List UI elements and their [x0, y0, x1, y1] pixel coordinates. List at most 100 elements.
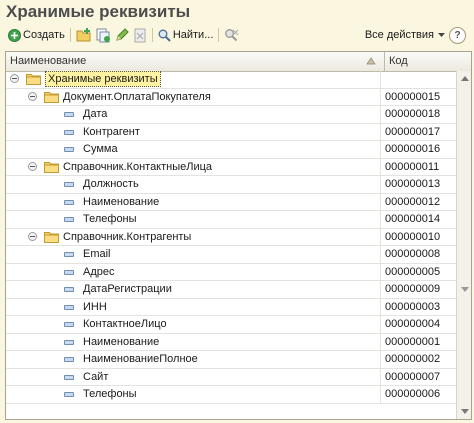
- code-cell: 000000017: [385, 125, 441, 138]
- name-cell: Адрес: [6, 263, 381, 280]
- all-actions-label: Все действия: [364, 29, 434, 41]
- code-cell: 000000003: [385, 300, 441, 313]
- code-cell: 000000011: [385, 160, 440, 173]
- tree-row[interactable]: Телефоны 000000006: [6, 386, 456, 404]
- attribute-icon: [64, 112, 74, 117]
- row-label: Должность: [83, 178, 139, 190]
- folder-icon: [26, 73, 41, 88]
- tree-group-row[interactable]: Хранимые реквизиты: [6, 71, 456, 89]
- cancel-search-button[interactable]: [222, 26, 241, 44]
- edit-button[interactable]: [113, 26, 131, 44]
- name-cell: Дата: [6, 106, 381, 123]
- name-cell: Сумма: [6, 141, 381, 158]
- tree-row[interactable]: Контрагент 000000017: [6, 123, 456, 141]
- new-folder-icon: [76, 28, 91, 42]
- tree-row[interactable]: КонтактноеЛицо 000000004: [6, 316, 456, 334]
- code-cell: 000000012: [385, 195, 441, 208]
- find-button[interactable]: Найти...: [156, 26, 216, 44]
- sort-icon: [366, 57, 376, 65]
- create-button[interactable]: Создать: [6, 26, 67, 44]
- tree-row[interactable]: НаименованиеПолное 000000002: [6, 351, 456, 369]
- row-label: Телефоны: [83, 388, 137, 400]
- scroll-down-icon[interactable]: [461, 409, 469, 414]
- collapse-toggle-icon[interactable]: [28, 231, 37, 241]
- code-cell: 000000018: [385, 108, 441, 120]
- name-cell: Документ.ОплатаПокупателя: [6, 88, 381, 106]
- find-button-label: Найти...: [172, 29, 214, 41]
- delete-button[interactable]: [131, 26, 149, 44]
- attribute-icon: [64, 252, 74, 257]
- scroll-up-icon[interactable]: [461, 76, 469, 81]
- code-cell: 000000009: [385, 283, 441, 295]
- folder-icon: [44, 91, 59, 106]
- collapse-toggle-icon[interactable]: [10, 74, 19, 83]
- tree-row[interactable]: Наименование 000000012: [6, 193, 456, 211]
- column-header-name[interactable]: Наименование: [6, 52, 385, 71]
- tree-row[interactable]: Телефоны 000000014: [6, 211, 456, 229]
- code-cell: 000000016: [385, 143, 441, 155]
- folder-icon: [44, 161, 59, 176]
- copy-button[interactable]: [94, 26, 113, 44]
- code-cell: 000000014: [385, 213, 441, 225]
- name-cell: ИНН: [6, 298, 381, 315]
- attribute-icon: [64, 269, 74, 275]
- table-header: Наименование Код: [6, 52, 471, 72]
- attribute-icon: [64, 322, 74, 327]
- name-cell: Должность: [6, 176, 381, 193]
- attribute-icon: [64, 374, 74, 380]
- tree-group-row[interactable]: Справочник.КонтактныеЛица 000000011: [6, 158, 456, 176]
- copy-icon: [96, 28, 110, 42]
- tree-group-row[interactable]: Справочник.Контрагенты 000000010: [6, 228, 456, 246]
- add-icon: [8, 28, 21, 42]
- attribute-icon: [64, 129, 74, 135]
- row-label: ИНН: [83, 300, 107, 313]
- delete-mark-icon: [134, 28, 146, 42]
- name-cell: Справочник.Контрагенты: [6, 228, 381, 245]
- create-button-label: Создать: [23, 29, 65, 41]
- name-cell: Наименование: [6, 333, 381, 350]
- collapse-toggle-icon[interactable]: [28, 91, 37, 101]
- row-label: Адрес: [83, 265, 115, 278]
- vertical-scrollbar[interactable]: [456, 71, 471, 419]
- row-label: ДатаРегистрации: [83, 283, 172, 295]
- row-label: Справочник.КонтактныеЛица: [63, 160, 213, 173]
- table-body: Хранимые реквизиты Документ.ОплатаПокупат…: [6, 71, 456, 404]
- code-cell: 000000015: [385, 90, 441, 103]
- name-cell: НаименованиеПолное: [6, 351, 381, 368]
- tree-row[interactable]: Сумма 000000016: [6, 141, 456, 159]
- attributes-table[interactable]: Наименование Код Хранимые реквизиты Докум…: [5, 51, 472, 420]
- tree-row[interactable]: Наименование 000000001: [6, 333, 456, 351]
- attribute-icon: [64, 182, 74, 187]
- create-folder-button[interactable]: [74, 26, 94, 44]
- name-cell: КонтактноеЛицо: [6, 316, 381, 333]
- code-cell: 000000013: [385, 178, 441, 190]
- tree-row[interactable]: ИНН 000000003: [6, 298, 456, 316]
- tree-row[interactable]: Должность 000000013: [6, 176, 456, 194]
- row-label: Хранимые реквизиты: [45, 71, 161, 87]
- code-cell: 000000001: [385, 335, 441, 348]
- name-cell: Телефоны: [6, 211, 381, 228]
- tree-row[interactable]: ДатаРегистрации 000000009: [6, 281, 456, 299]
- name-cell: Email: [6, 246, 381, 263]
- row-label: Сумма: [83, 143, 118, 155]
- row-label: Телефоны: [83, 213, 137, 225]
- code-cell: 000000006: [385, 388, 441, 400]
- name-cell: ДатаРегистрации: [6, 281, 381, 298]
- name-cell: Сайт: [6, 368, 381, 385]
- scroll-position-icon: [461, 287, 469, 292]
- code-cell: 000000002: [385, 353, 441, 365]
- code-cell: 000000008: [385, 248, 441, 260]
- row-label: Дата: [83, 108, 108, 120]
- tree-group-row[interactable]: Документ.ОплатаПокупателя 000000015: [6, 88, 456, 106]
- tree-row[interactable]: Сайт 000000007: [6, 368, 456, 386]
- name-cell: Контрагент: [6, 123, 381, 140]
- help-button[interactable]: ?: [449, 27, 466, 44]
- column-header-code[interactable]: Код: [385, 52, 459, 71]
- collapse-toggle-icon[interactable]: [28, 161, 37, 171]
- row-label: Справочник.Контрагенты: [63, 230, 192, 243]
- tree-row[interactable]: Адрес 000000005: [6, 263, 456, 281]
- tree-row[interactable]: Дата 000000018: [6, 106, 456, 124]
- tree-row[interactable]: Email 000000008: [6, 246, 456, 264]
- all-actions-menu[interactable]: Все действия: [365, 26, 446, 44]
- row-label: НаименованиеПолное: [83, 353, 198, 365]
